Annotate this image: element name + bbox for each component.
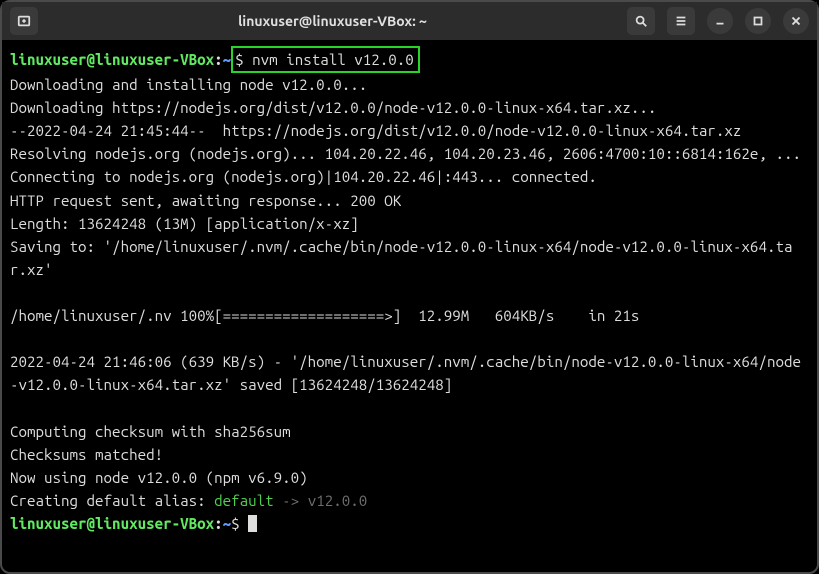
maximize-button[interactable] xyxy=(745,8,771,34)
output-progress: /home/linuxuser/.nv 100%[===============… xyxy=(10,307,639,324)
output-line: 2022-04-24 21:46:06 (639 KB/s) - '/home/… xyxy=(10,353,801,393)
output-line: --2022-04-24 21:45:44-- https://nodejs.o… xyxy=(10,122,741,139)
output-blank xyxy=(10,330,19,347)
output-line: Saving to: '/home/linuxuser/.nvm/.cache/… xyxy=(10,238,792,278)
output-line: Computing checksum with sha256sum xyxy=(10,423,291,440)
search-button[interactable] xyxy=(627,7,655,35)
new-tab-button[interactable] xyxy=(10,7,38,35)
prompt-path: ~ xyxy=(223,51,232,68)
output-line: Connecting to nodejs.org (nodejs.org)|10… xyxy=(10,168,597,185)
prompt-user: linuxuser@linuxuser-VBox xyxy=(10,51,214,68)
prompt-colon: : xyxy=(214,515,223,532)
terminal-window: linuxuser@linuxuser-VBox: ~ linuxuser@li… xyxy=(0,0,819,574)
output-line: HTTP request sent, awaiting response... … xyxy=(10,192,401,209)
prompt-dollar: $ xyxy=(231,515,248,532)
output-line: Downloading https://nodejs.org/dist/v12.… xyxy=(10,99,656,116)
highlighted-command: $ nvm install v12.0.0 xyxy=(231,46,420,73)
output-line: Checksums matched! xyxy=(10,446,163,463)
terminal-body[interactable]: linuxuser@linuxuser-VBox:~$ nvm install … xyxy=(2,40,817,572)
alias-arrow: -> xyxy=(274,492,308,509)
titlebar: linuxuser@linuxuser-VBox: ~ xyxy=(2,2,817,40)
alias-prefix: Creating default alias: xyxy=(10,492,214,509)
output-blank xyxy=(10,284,19,301)
cursor xyxy=(248,515,257,532)
prompt-path: ~ xyxy=(223,515,232,532)
alias-default: default xyxy=(214,492,274,509)
output-line: Length: 13624248 (13M) [application/x-xz… xyxy=(10,215,359,232)
output-line: Now using node v12.0.0 (npm v6.9.0) xyxy=(10,469,308,486)
output-blank xyxy=(10,399,19,416)
minimize-button[interactable] xyxy=(707,8,733,34)
output-line: Resolving nodejs.org (nodejs.org)... 104… xyxy=(10,145,801,162)
window-title: linuxuser@linuxuser-VBox: ~ xyxy=(44,13,621,29)
close-button[interactable] xyxy=(783,8,809,34)
alias-version: v12.0.0 xyxy=(308,492,368,509)
output-line: Downloading and installing node v12.0.0.… xyxy=(10,76,367,93)
menu-button[interactable] xyxy=(667,7,695,35)
prompt-user: linuxuser@linuxuser-VBox xyxy=(10,515,214,532)
prompt-colon: : xyxy=(214,51,223,68)
